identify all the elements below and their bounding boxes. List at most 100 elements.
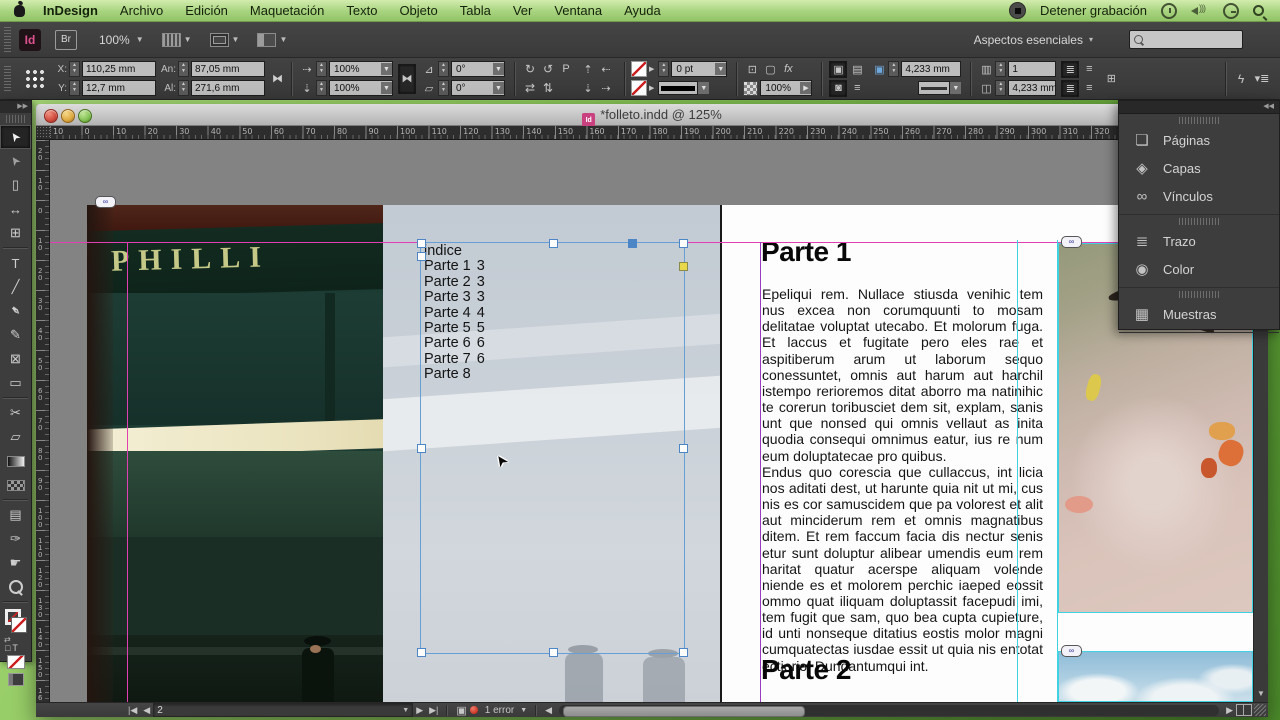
columns-stepper[interactable]: ▲ ▼ [995,61,1007,77]
columns-field[interactable]: 1 [1008,61,1057,77]
gutter-stepper[interactable]: ▲ ▼ [995,80,1007,96]
previous-page-button[interactable]: ◀ [143,705,150,716]
scroll-left-icon[interactable]: ◀ [545,705,552,716]
chevron-down-icon[interactable]: ▼ [232,35,240,44]
dock-collapse-icon[interactable]: ◀◀ [1119,101,1279,114]
first-page-button[interactable]: |◀ [128,705,137,716]
align-top-button[interactable]: ≣ [1061,60,1080,78]
selection-handle[interactable] [679,444,688,453]
fitting-arrow[interactable]: ▼ [950,82,962,94]
view-mode-button[interactable] [7,673,24,686]
tool-selection[interactable]: ➤ [0,125,31,149]
corner-options-icon[interactable]: ⊡ [744,62,760,77]
view-options-icon[interactable] [161,32,181,47]
tool-line[interactable]: ╱ [0,275,31,299]
stroke-swatch-none[interactable] [631,80,647,96]
apple-menu-icon[interactable] [14,4,25,17]
align-justify-button[interactable]: ≡ [1081,81,1097,96]
anchored-object-icon[interactable]: ⊞ [1103,68,1119,90]
selection-handle[interactable] [417,239,426,248]
zoom-level-dropdown[interactable]: 100% [99,33,130,47]
horizontal-scroll-thumb[interactable] [563,705,806,717]
select-prev-object-button[interactable]: ⇠ [598,62,614,77]
guide-margin-left[interactable] [127,242,128,702]
effects-button[interactable]: fx [780,62,796,77]
flip-horizontal-button[interactable]: ⇄ [522,81,538,96]
x-field[interactable]: 110,25 mm [82,61,156,77]
arrange-documents-icon[interactable] [257,32,277,47]
menu-item-edición[interactable]: Edición [185,3,228,18]
menu-item-maquetación[interactable]: Maquetación [250,3,324,18]
search-input[interactable] [1129,30,1243,49]
menu-item-ver[interactable]: Ver [513,3,533,18]
scale-x-dropdown[interactable]: 100% ▼ [329,61,393,77]
wrap-none-button[interactable]: ▣ [829,60,848,78]
scale-x-stepper[interactable]: ▲ ▼ [316,61,327,77]
guide-column-right[interactable] [1017,240,1018,702]
constrain-dimensions-icon[interactable]: ⧓ [272,72,283,85]
height-stepper[interactable]: ▲ ▼ [178,80,189,96]
select-content-button[interactable]: ⇣ [580,81,596,96]
ruler-horizontal[interactable]: 10 0 10 20 30 40 50 60 70 80 90 100 110 120 130 140 150 1… [36,126,1268,140]
align-bottom-button[interactable]: ≣ [1061,79,1080,97]
appbar-grip[interactable] [4,26,11,53]
inset-field[interactable]: 4,233 mm [901,61,962,77]
rotate-ccw-button[interactable]: ↺ [540,62,556,77]
ruler-vertical[interactable]: 2 0 1 0 0 1 0 2 0 3 0 4 0 5 0 6 0 7 0 8 0 9 0 1 0 0 1… [36,140,50,702]
tool-direct-selection[interactable]: ➤ [0,149,31,173]
time-machine-icon[interactable] [1161,2,1177,19]
dock-item-muestras[interactable]: ▦ Muestras [1119,300,1279,328]
guide-column-left[interactable] [760,242,761,702]
wrap-bounding-box-button[interactable]: ▤ [849,62,865,77]
control-panel-grip[interactable] [4,65,11,92]
fill-flyout-icon[interactable]: ▶ [649,65,654,73]
tool-eyedropper[interactable]: ✑ [0,527,31,551]
rotation-stepper[interactable]: ▲ ▼ [438,61,449,77]
stroke-flyout-icon[interactable]: ▶ [649,84,654,92]
ruler-origin-box[interactable] [36,126,51,139]
image-sky[interactable] [1058,651,1253,702]
x-stepper[interactable]: ▲ ▼ [69,61,80,77]
selection-handle[interactable] [549,648,558,657]
spread-view-icon[interactable] [1236,704,1252,716]
link-badge-icon[interactable]: ∞ [1061,645,1082,657]
volume-icon[interactable] [1191,3,1209,19]
preflight-menu-icon[interactable]: ▼ [520,707,527,714]
chevron-down-icon[interactable]: ▼ [184,35,192,44]
scale-y-stepper[interactable]: ▲ ▼ [316,80,327,96]
preflight-icon[interactable]: ▣ [456,704,466,717]
select-next-object-button[interactable]: ⇢ [598,81,614,96]
tool-content-collector[interactable]: ⊞ [0,221,31,245]
y-field[interactable]: 12,7 mm [82,80,156,96]
tool-pen[interactable]: ✒ [0,299,31,323]
stroke-style-arrow[interactable]: ▼ [698,82,710,94]
panel-menu-icon[interactable]: ▾≣ [1254,71,1270,86]
tool-gradient-feather[interactable] [0,473,31,497]
tool-zoom[interactable] [0,575,31,599]
menu-item-indesign[interactable]: InDesign [43,3,98,18]
dock-group-grip[interactable] [1179,117,1219,124]
object-style-icon[interactable]: ▢ [762,62,778,77]
tool-rectangle[interactable]: ▭ [0,371,31,395]
menu-item-ayuda[interactable]: Ayuda [624,3,661,18]
inset-stepper[interactable]: ▲ ▼ [888,61,900,77]
page-number-field[interactable]: 2 ▼ [153,703,414,717]
selection-handle[interactable] [549,239,558,248]
tool-pencil[interactable]: ✎ [0,323,31,347]
tools-collapse-icon[interactable]: ▶▶ [0,101,31,113]
quick-apply-lightning-icon[interactable]: ϟ [1233,71,1249,86]
dock-group-grip[interactable] [1179,291,1219,298]
wrap-jump-button[interactable]: ≡ [849,81,865,96]
spotlight-icon[interactable] [1253,5,1264,16]
dock-item-trazo[interactable]: ≣ Trazo [1119,227,1279,255]
scroll-right-icon[interactable]: ▶ [1226,705,1233,716]
wrap-object-shape-button[interactable]: ◙ [829,79,848,97]
align-center-button[interactable]: ≡ [1081,62,1097,77]
tool-gap[interactable]: ↔ [0,197,31,221]
selection-handle[interactable] [679,648,688,657]
dock-item-color[interactable]: ◉ Color [1119,255,1279,283]
workspace-switcher[interactable]: Aspectos esenciales [974,33,1083,47]
text-in-port[interactable] [417,252,426,261]
dock-item-capas[interactable]: ◈ Capas [1119,154,1279,182]
width-field[interactable]: 87,05 mm [191,61,265,77]
